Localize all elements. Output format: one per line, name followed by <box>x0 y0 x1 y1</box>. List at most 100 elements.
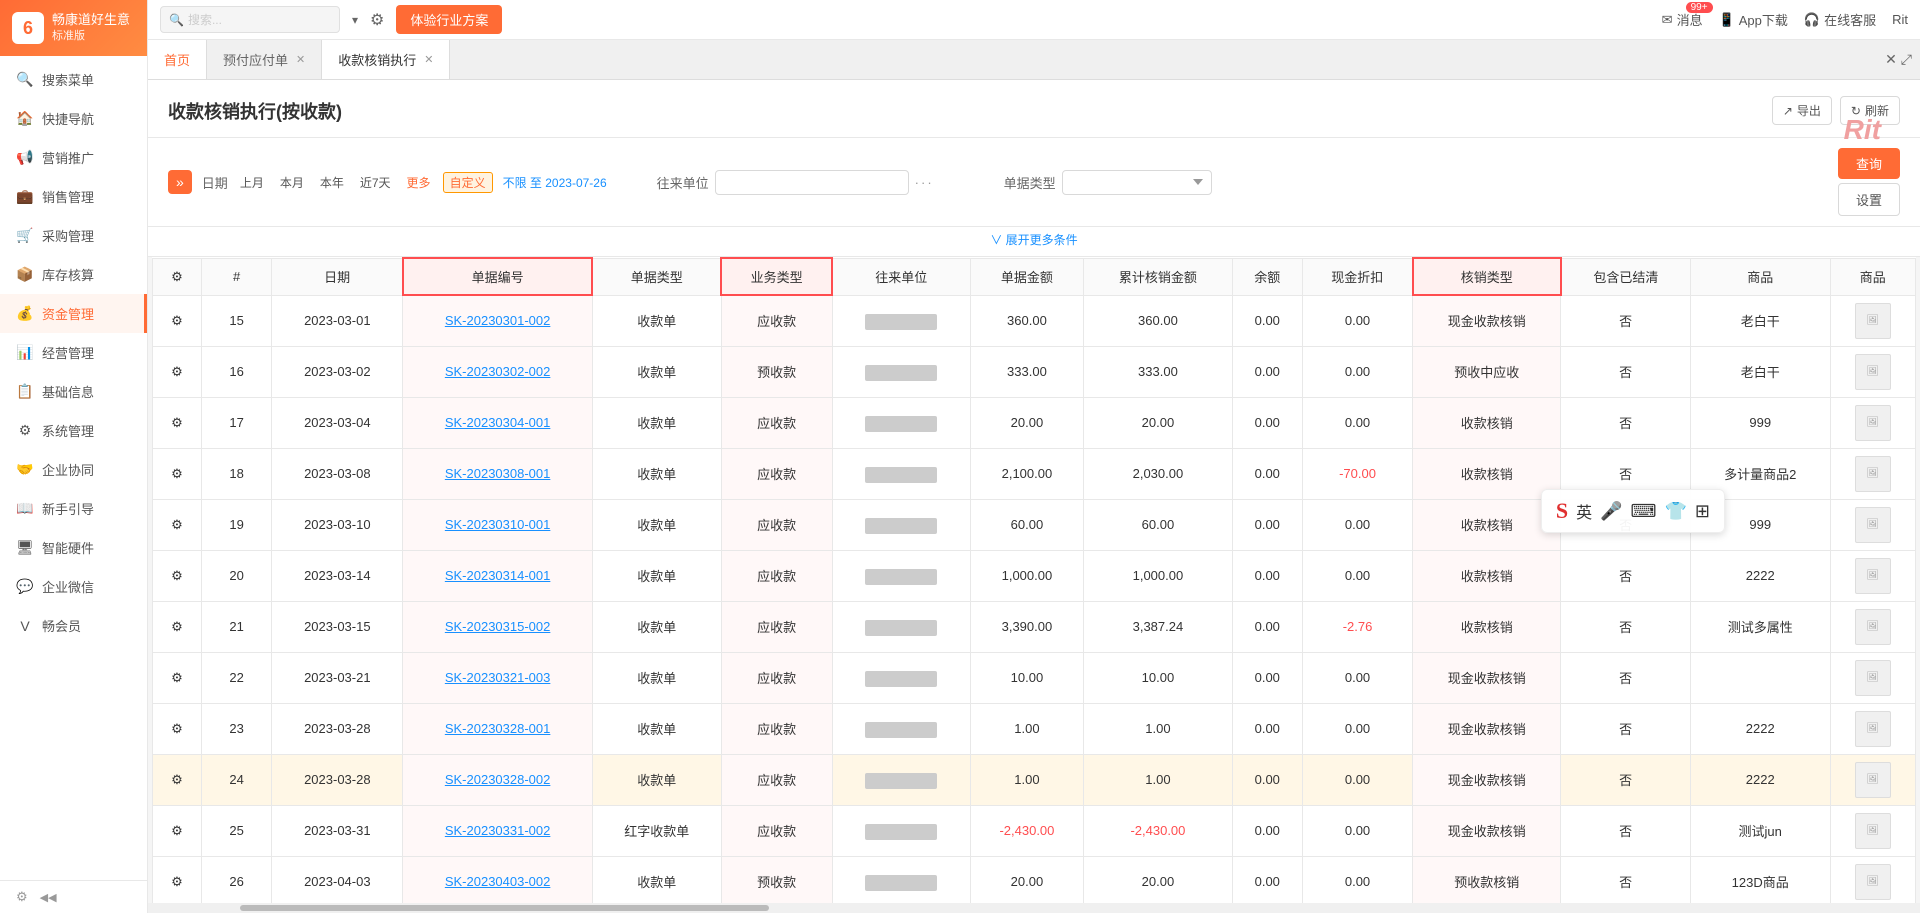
cell-bill_type: 收款单 <box>592 448 721 499</box>
cell-cumulative_cancel: 60.00 <box>1084 499 1232 550</box>
table-row: ⚙232023-03-28SK-20230328-001收款单应收款████1.… <box>153 703 1916 754</box>
cell-date: 2023-03-31 <box>272 805 403 856</box>
date-opt-4[interactable]: 更多 <box>401 172 437 193</box>
cell-goods: 123D商品 <box>1690 856 1830 903</box>
cell-partner: ████ <box>832 856 970 903</box>
date-opt-2[interactable]: 本年 <box>314 172 350 193</box>
sidebar-item-inventory[interactable]: 📦库存核算 <box>0 255 147 294</box>
col-header-date: 日期 <box>272 258 403 295</box>
sidebar-item-enterprise[interactable]: 🤝企业协同 <box>0 450 147 489</box>
marketing-icon: 📢 <box>16 149 34 166</box>
cell-cash_discount: -70.00 <box>1302 448 1412 499</box>
cell-bill_no[interactable]: SK-20230331-002 <box>403 805 593 856</box>
message-btn[interactable]: ✉ 消息 99+ <box>1662 10 1703 29</box>
top-search-box[interactable]: 🔍 搜索... <box>160 6 340 33</box>
date-opt-1[interactable]: 本月 <box>274 172 310 193</box>
cell-gear: ⚙ <box>153 499 202 550</box>
cell-bill_no[interactable]: SK-20230403-002 <box>403 856 593 903</box>
cell-cancel_type: 收款核销 <box>1413 550 1561 601</box>
col-header-include_settled: 包含已结清 <box>1561 258 1691 295</box>
sidebar-item-shortcut[interactable]: 🏠快捷导航 <box>0 99 147 138</box>
date-opt-3[interactable]: 近7天 <box>354 172 397 193</box>
tab-home[interactable]: 首页 <box>148 40 207 79</box>
cell-biz_type: 应收款 <box>721 754 832 805</box>
cell-date: 2023-03-10 <box>272 499 403 550</box>
partner-input[interactable] <box>715 170 909 195</box>
sidebar-item-hardware[interactable]: 🖥智能硬件 <box>0 528 147 567</box>
cell-balance: 0.00 <box>1232 550 1302 601</box>
cell-gear: ⚙ <box>153 754 202 805</box>
tab-prepay[interactable]: 预付应付单✕ <box>207 40 322 79</box>
sidebar-item-system[interactable]: ⚙系统管理 <box>0 411 147 450</box>
cell-cancel_type: 收款核销 <box>1413 499 1561 550</box>
cell-bill_no[interactable]: SK-20230301-002 <box>403 295 593 346</box>
cell-bill_no[interactable]: SK-20230328-001 <box>403 703 593 754</box>
sidebar-item-sales[interactable]: 💼销售管理 <box>0 177 147 216</box>
cell-index: 24 <box>201 754 271 805</box>
cell-gear: ⚙ <box>153 601 202 652</box>
cell-balance: 0.00 <box>1232 703 1302 754</box>
settings-btn[interactable]: 设置 <box>1838 183 1900 216</box>
guide-icon: 📖 <box>16 500 34 517</box>
query-btn[interactable]: 查询 <box>1838 148 1900 179</box>
sidebar-item-search[interactable]: 🔍搜索菜单 <box>0 60 147 99</box>
watermark-overlay: S 英 🎤 ⌨ 👕 ⊞ <box>1541 489 1725 533</box>
main-area: 🔍 搜索... ▾ ⚙ 体验行业方案 ✉ 消息 99+ 📱 App下载 🎧 <box>148 0 1920 913</box>
bill-type-select[interactable] <box>1062 170 1212 195</box>
cell-bill_no[interactable]: SK-20230302-002 <box>403 346 593 397</box>
service-btn[interactable]: 🎧 在线客服 <box>1804 10 1876 29</box>
tab-close-receipt[interactable]: ✕ <box>424 53 433 66</box>
industry-btn[interactable]: 体验行业方案 <box>396 5 502 34</box>
tab-controls: ✕⤢ <box>1877 40 1920 79</box>
cell-balance: 0.00 <box>1232 652 1302 703</box>
expand-more-btn[interactable]: ∨ 展开更多条件 <box>990 231 1077 248</box>
sidebar-item-operations[interactable]: 📊经营管理 <box>0 333 147 372</box>
filter-bar: » 日期 上月本月本年近7天更多 自定义 不限 至 2023-07-26 往来单… <box>148 138 1920 227</box>
sidebar-item-purchase[interactable]: 🛒采购管理 <box>0 216 147 255</box>
user-menu[interactable]: Rit <box>1892 12 1908 27</box>
cell-gear: ⚙ <box>153 805 202 856</box>
cell-balance: 0.00 <box>1232 346 1302 397</box>
cell-bill_no[interactable]: SK-20230328-002 <box>403 754 593 805</box>
date-opt-0[interactable]: 上月 <box>234 172 270 193</box>
tab-close-prepay[interactable]: ✕ <box>296 53 305 66</box>
topbar-right: ✉ 消息 99+ 📱 App下载 🎧 在线客服 Rit <box>1662 10 1908 29</box>
sidebar-item-member[interactable]: V畅会员 <box>0 606 147 645</box>
cell-partner: ████ <box>832 703 970 754</box>
hardware-icon: 🖥 <box>16 539 34 556</box>
dropdown-arrow[interactable]: ▾ <box>352 13 358 27</box>
date-custom-btn[interactable]: 自定义 <box>443 172 493 193</box>
cell-date: 2023-03-21 <box>272 652 403 703</box>
cell-goods_img: 🖼 <box>1830 346 1915 397</box>
gear-icon[interactable]: ⚙ <box>370 10 384 30</box>
app-download-btn[interactable]: 📱 App下载 <box>1719 10 1788 29</box>
cell-bill_no[interactable]: SK-20230321-003 <box>403 652 593 703</box>
sidebar-item-marketing[interactable]: 📢营销推广 <box>0 138 147 177</box>
filter-expand-btn[interactable]: » <box>168 170 192 194</box>
cell-bill_no[interactable]: SK-20230315-002 <box>403 601 593 652</box>
phone-icon: 📱 <box>1719 12 1735 28</box>
sidebar-item-basic[interactable]: 📋基础信息 <box>0 372 147 411</box>
cell-bill_no[interactable]: SK-20230314-001 <box>403 550 593 601</box>
tab-receipt[interactable]: 收款核销执行✕ <box>322 40 450 79</box>
col-header-bill_amount: 单据金额 <box>970 258 1084 295</box>
message-icon: ✉ <box>1662 12 1673 28</box>
sidebar-item-finance[interactable]: 💰资金管理 <box>0 294 147 333</box>
date-filter: 日期 上月本月本年近7天更多 自定义 <box>202 172 493 193</box>
cell-date: 2023-03-28 <box>272 703 403 754</box>
cell-gear: ⚙ <box>153 346 202 397</box>
headset-icon: 🎧 <box>1804 12 1820 28</box>
goods-thumbnail: 🖼 <box>1855 354 1891 390</box>
scroll-bar[interactable] <box>148 903 1920 913</box>
cell-bill_no[interactable]: SK-20230308-001 <box>403 448 593 499</box>
settings-icon[interactable]: ⚙ <box>16 889 28 905</box>
export-btn[interactable]: ↗ 导出 <box>1772 96 1832 125</box>
close-tab-btn[interactable]: ✕ <box>1885 51 1897 68</box>
cell-cash_discount: 0.00 <box>1302 652 1412 703</box>
sidebar-item-guide[interactable]: 📖新手引导 <box>0 489 147 528</box>
cell-bill_no[interactable]: SK-20230304-001 <box>403 397 593 448</box>
expand-tab-btn[interactable]: ⤢ <box>1901 51 1912 68</box>
collapse-icon[interactable]: ◀◀ <box>40 891 57 904</box>
sidebar-item-wechat[interactable]: 💬企业微信 <box>0 567 147 606</box>
cell-bill_no[interactable]: SK-20230310-001 <box>403 499 593 550</box>
